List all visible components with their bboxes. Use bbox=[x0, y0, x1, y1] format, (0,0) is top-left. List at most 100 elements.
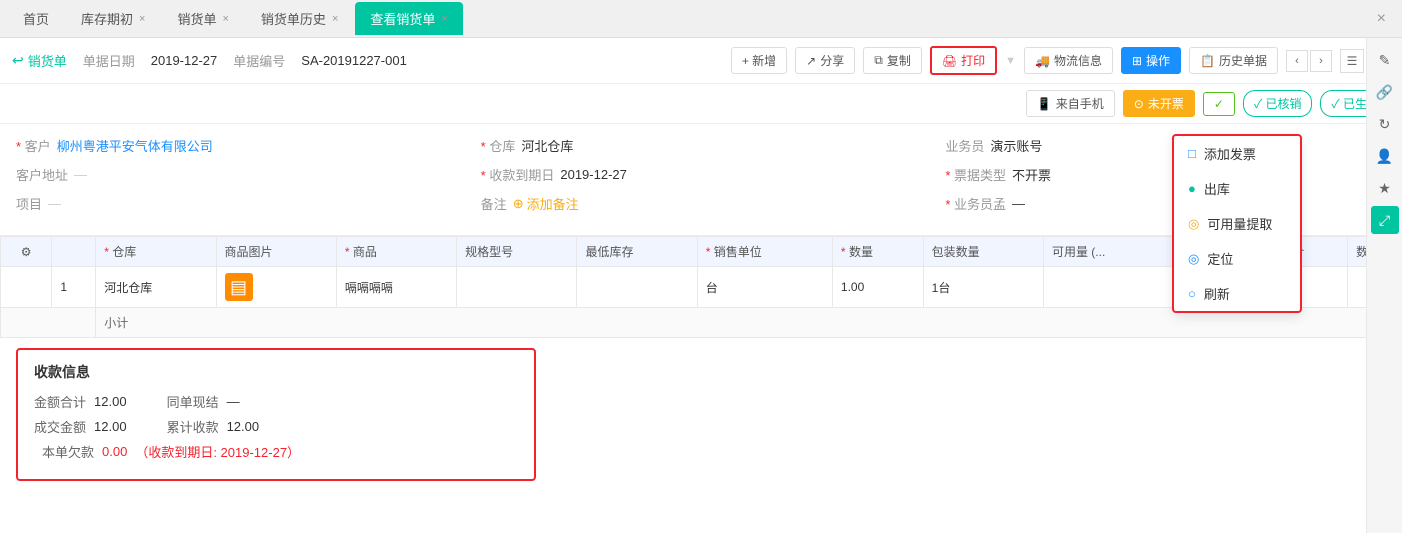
deal-amount-value: 12.00 bbox=[94, 419, 127, 434]
ticket-label: 票据类型 bbox=[945, 165, 1006, 184]
address-field: 客户地址 — bbox=[16, 165, 457, 184]
sidebar-star-button[interactable]: ★ bbox=[1371, 174, 1399, 202]
phone-icon: 📱 bbox=[1037, 97, 1052, 111]
nav-arrows: ‹ › bbox=[1286, 50, 1332, 72]
window-close-button[interactable]: × bbox=[1369, 10, 1394, 28]
ticket-field: 票据类型 不开票 bbox=[945, 165, 1386, 184]
logistics-button[interactable]: 🚚 物流信息 bbox=[1024, 47, 1113, 74]
sidebar-link-button[interactable]: 🔗 bbox=[1371, 78, 1399, 106]
row-pack-qty: 1台 bbox=[923, 267, 1043, 308]
check-button[interactable]: ✓ bbox=[1203, 92, 1235, 116]
add-note-button[interactable]: ⊕ 添加备注 bbox=[513, 194, 579, 213]
sales-staff-field: 业务员孟 — bbox=[945, 194, 1386, 213]
close-sales-history-tab[interactable]: × bbox=[332, 13, 338, 25]
copy-button[interactable]: ⧉ 复制 bbox=[863, 47, 922, 74]
history-icon: 📋 bbox=[1200, 54, 1215, 68]
locate-item[interactable]: ◎ 定位 bbox=[1174, 241, 1300, 276]
ticket-icon: ⊙ bbox=[1134, 97, 1144, 111]
share-button[interactable]: ↗ 分享 bbox=[795, 47, 855, 74]
project-value: — bbox=[48, 196, 61, 211]
payment-row-3: 本单欠款 0.00 （收款到期日: 2019-12-27） bbox=[34, 442, 518, 461]
sidebar-edit-button[interactable]: ✎ bbox=[1371, 46, 1399, 74]
copy-icon: ⧉ bbox=[874, 53, 883, 68]
row-available bbox=[1043, 267, 1173, 308]
refresh-dropdown-icon: ○ bbox=[1188, 286, 1196, 301]
nav-next-button[interactable]: › bbox=[1310, 50, 1332, 72]
ticket-value: 不开票 bbox=[1012, 165, 1051, 184]
tab-inventory[interactable]: 库存期初 × bbox=[66, 2, 160, 35]
number-value: SA-20191227-001 bbox=[301, 53, 407, 68]
close-sales-tab[interactable]: × bbox=[222, 13, 228, 25]
history-button[interactable]: 📋 历史单据 bbox=[1189, 47, 1278, 74]
total-amount-field: 金额合计 12.00 bbox=[34, 392, 127, 411]
tab-sales[interactable]: 销货单 × bbox=[162, 2, 243, 35]
same-order-settle-value: — bbox=[227, 394, 240, 409]
doc-type-label: 销货单 bbox=[28, 51, 67, 70]
grid-icon: ⊞ bbox=[1132, 54, 1142, 68]
operate-button[interactable]: ⊞ 操作 bbox=[1121, 47, 1181, 74]
user-icon: 👤 bbox=[1376, 148, 1393, 165]
refresh-item[interactable]: ○ 刷新 bbox=[1174, 276, 1300, 311]
print-button[interactable]: 🖨 打印 bbox=[930, 46, 997, 75]
nav-prev-button[interactable]: ‹ bbox=[1286, 50, 1308, 72]
outstanding-suffix: （收款到期日: 2019-12-27） bbox=[135, 442, 300, 461]
col-gear: ⚙ bbox=[1, 237, 52, 267]
sales-staff-value: — bbox=[1012, 196, 1025, 211]
col-qty: * 数量 bbox=[832, 237, 923, 267]
total-amount-value: 12.00 bbox=[94, 394, 127, 409]
sidebar-expand-button[interactable]: ⤢ bbox=[1371, 206, 1399, 234]
row-product-img: ▤ bbox=[216, 267, 336, 308]
from-phone-button[interactable]: 📱 来自手机 bbox=[1026, 90, 1115, 117]
doc-meta: 单据日期 2019-12-27 单据编号 SA-20191227-001 bbox=[83, 51, 731, 70]
deal-amount-field: 成交金额 12.00 bbox=[34, 417, 127, 436]
customer-value[interactable]: 柳州粤港平安气体有限公司 bbox=[57, 136, 213, 155]
close-view-sales-tab[interactable]: × bbox=[441, 13, 447, 25]
staff-value: 演示账号 bbox=[990, 136, 1042, 155]
col-min-stock: 最低库存 bbox=[577, 237, 697, 267]
col-sales-unit: * 销售单位 bbox=[697, 237, 832, 267]
sidebar-user-button[interactable]: 👤 bbox=[1371, 142, 1399, 170]
col-available: 可用量 (... bbox=[1043, 237, 1173, 267]
sidebar-refresh-button[interactable]: ↻ bbox=[1371, 110, 1399, 138]
new-button[interactable]: + 新增 bbox=[731, 47, 787, 74]
row-gear bbox=[1, 267, 52, 308]
locate-label: 定位 bbox=[1207, 249, 1233, 268]
available-qty-label: 可用量提取 bbox=[1207, 214, 1272, 233]
tab-sales-history[interactable]: 销货单历史 × bbox=[246, 2, 353, 35]
edit-icon: ✎ bbox=[1379, 52, 1391, 69]
main-area: ↩ 销货单 单据日期 2019-12-27 单据编号 SA-20191227-0… bbox=[0, 38, 1402, 533]
tab-view-sales[interactable]: 查看销货单 × bbox=[355, 2, 462, 35]
row-product: 嗝嗝嗝嗝 bbox=[336, 267, 456, 308]
row-spec bbox=[457, 267, 577, 308]
total-received-field: 累计收款 12.00 bbox=[167, 417, 260, 436]
not-opened-button[interactable]: ⊙ 未开票 bbox=[1123, 90, 1195, 117]
warehouse-label: 仓库 bbox=[481, 136, 516, 155]
plus-icon: ⊕ bbox=[513, 196, 524, 212]
payment-info-title: 收款信息 bbox=[34, 362, 518, 382]
customer-label: 客户 bbox=[16, 136, 51, 155]
number-label: 单据编号 bbox=[233, 51, 285, 70]
deal-amount-label: 成交金额 bbox=[34, 417, 86, 436]
date-label: 单据日期 bbox=[83, 51, 135, 70]
available-qty-item[interactable]: ◎ 可用量提取 bbox=[1174, 206, 1300, 241]
staff-label: 业务员 bbox=[945, 136, 984, 155]
expand-icon: ⤢ bbox=[1379, 212, 1390, 229]
star-icon: ★ bbox=[1378, 180, 1391, 197]
total-amount-label: 金额合计 bbox=[34, 392, 86, 411]
tab-home[interactable]: 首页 bbox=[8, 2, 64, 35]
status-sold-button[interactable]: ✓ 已核销 bbox=[1243, 90, 1313, 117]
row-qty: 1.00 bbox=[832, 267, 923, 308]
list-view-button[interactable]: ☰ bbox=[1340, 49, 1364, 73]
add-invoice-item[interactable]: □ 添加发票 bbox=[1174, 136, 1300, 171]
close-inventory-tab[interactable]: × bbox=[139, 13, 145, 25]
col-warehouse: * 仓库 bbox=[96, 237, 216, 267]
gear-icon[interactable]: ⚙ bbox=[21, 245, 32, 259]
invoice-icon: □ bbox=[1188, 146, 1196, 161]
total-received-value: 12.00 bbox=[227, 419, 260, 434]
outbound-item[interactable]: ● 出库 bbox=[1174, 171, 1300, 206]
payment-date-label: 收款到期日 bbox=[481, 165, 555, 184]
col-pack-qty: 包装数量 bbox=[923, 237, 1043, 267]
sales-staff-label: 业务员孟 bbox=[945, 194, 1006, 213]
payment-date-field: 收款到期日 2019-12-27 bbox=[481, 165, 922, 184]
print-icon: 🖨 bbox=[942, 54, 957, 68]
